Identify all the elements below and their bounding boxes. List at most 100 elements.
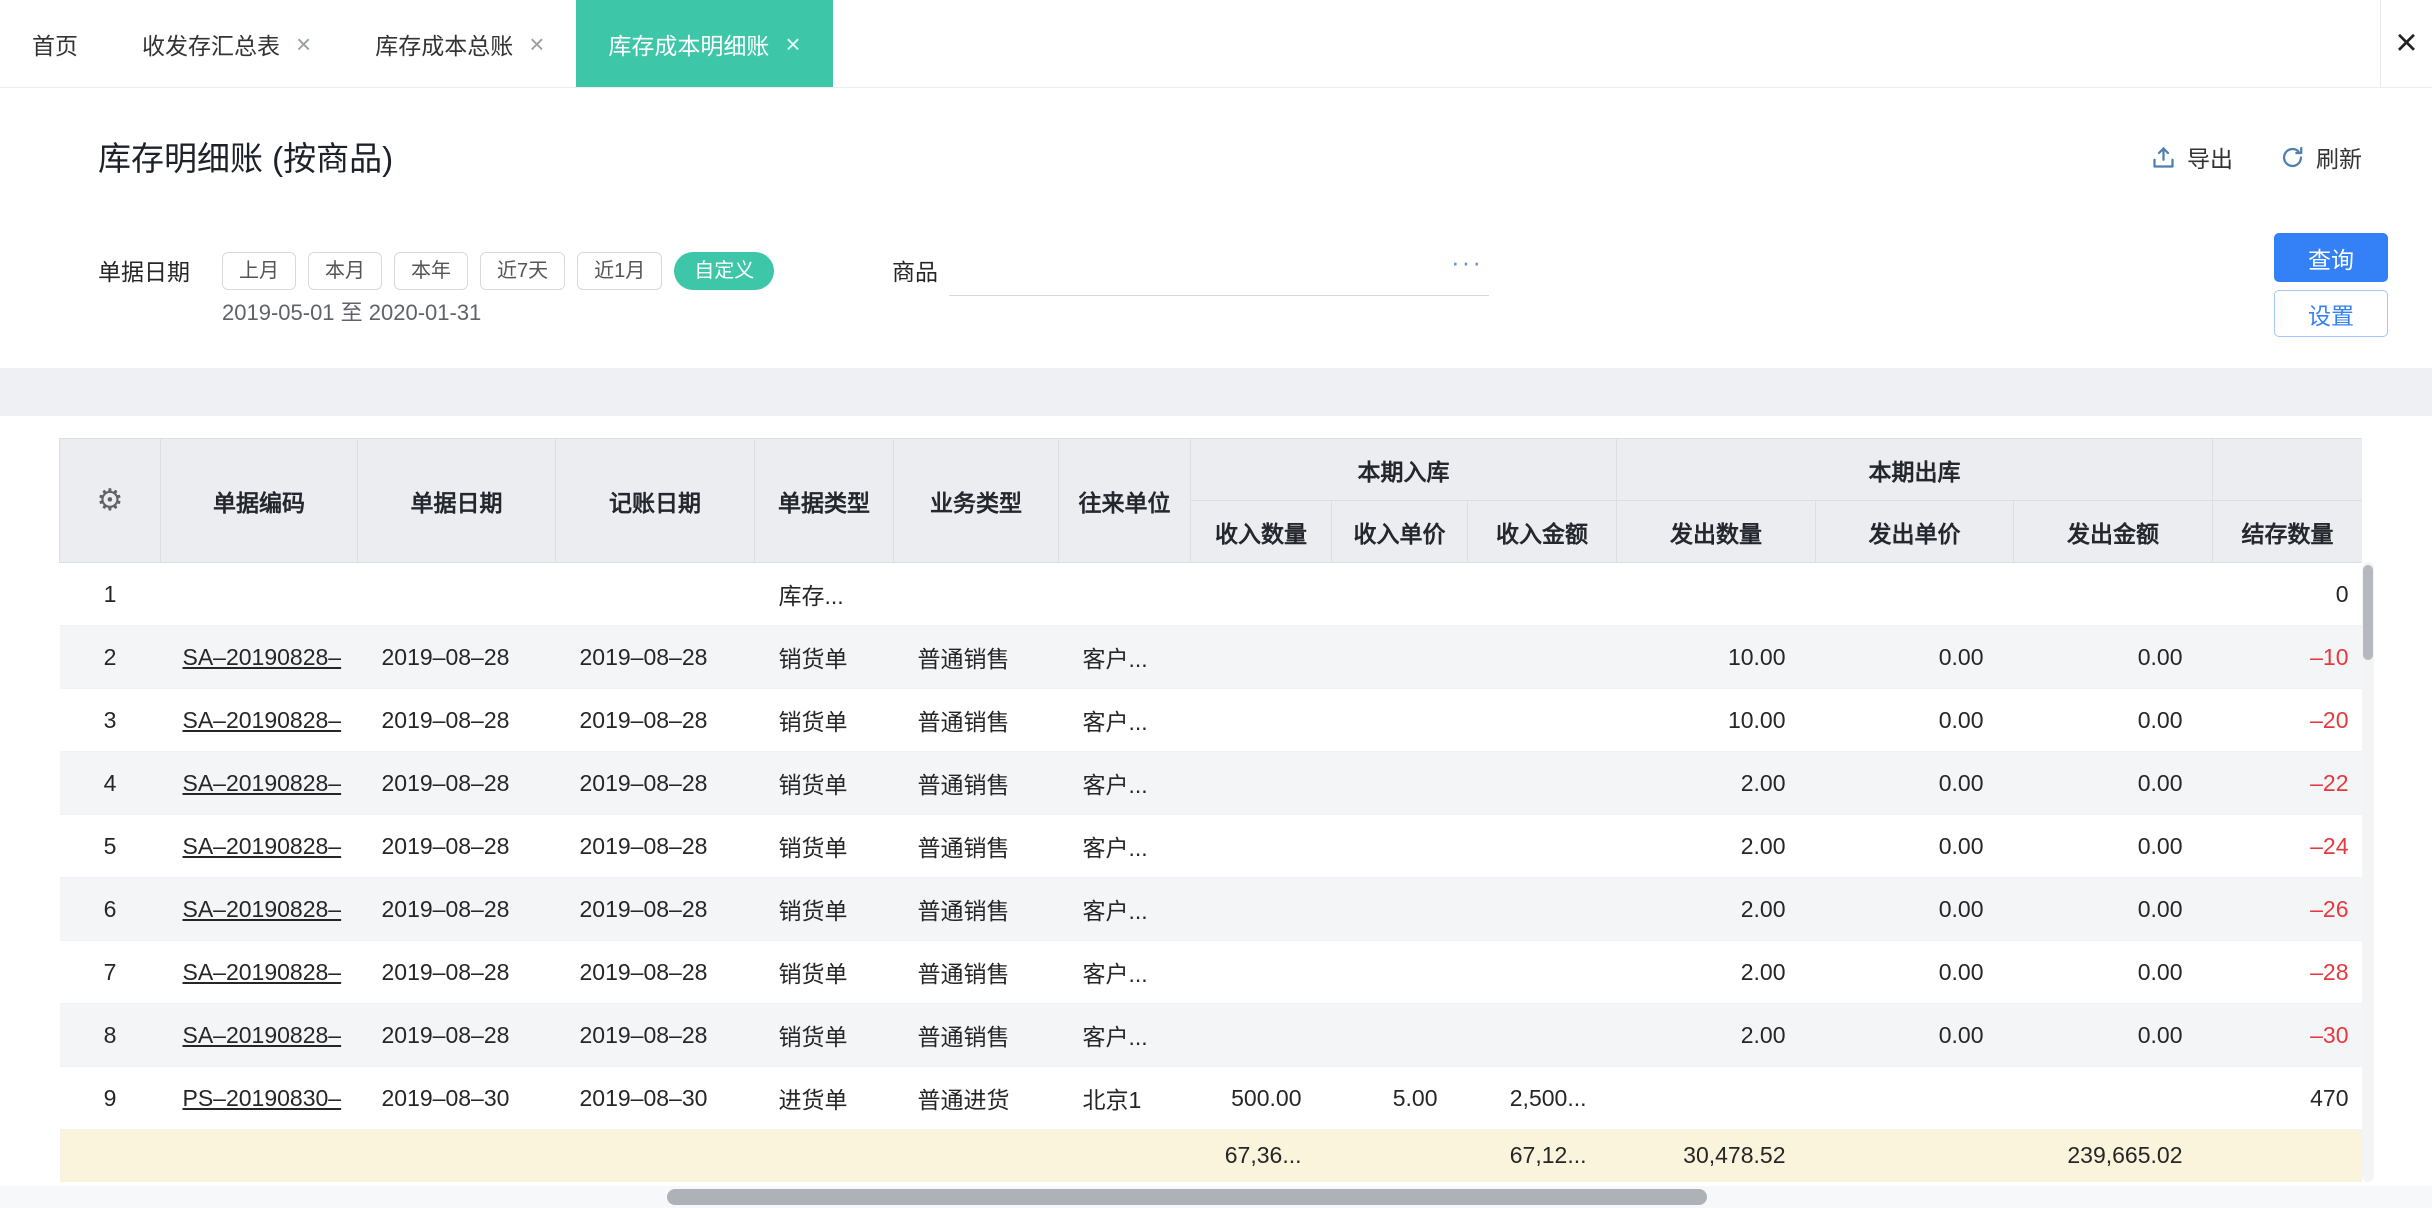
chip-custom-range[interactable]: 自定义 <box>674 252 775 290</box>
summary-spacer <box>1058 1129 1191 1182</box>
chip-last-month[interactable]: 上月 <box>222 252 296 290</box>
cell-doc-code[interactable]: SA–20190828– <box>160 625 358 689</box>
chip-this-year[interactable]: 本年 <box>394 252 468 290</box>
col-header-partner: 往来单位 <box>1058 438 1191 563</box>
cell-in-price <box>1331 940 1468 1004</box>
tab-inventory-cost-detail-ledger[interactable]: 库存成本明细账 × <box>576 0 833 87</box>
cell-doc-code[interactable]: SA–20190828– <box>160 688 358 752</box>
col-group-balance-spacer <box>2212 438 2362 501</box>
chip-this-month[interactable]: 本月 <box>308 252 382 290</box>
cell-out-amount <box>2013 562 2213 626</box>
summary-out-qty: 30,478.52 <box>1616 1129 1816 1182</box>
summary-spacer <box>59 1129 161 1182</box>
cell-out-price <box>1815 562 2014 626</box>
cell-doc-code[interactable]: SA–20190828– <box>160 1003 358 1067</box>
cell-balance: –10 <box>2212 625 2362 689</box>
gear-icon[interactable]: ⚙ <box>97 484 124 517</box>
cell-post-date: 2019–08–28 <box>555 1003 755 1067</box>
cell-in-qty <box>1190 877 1332 941</box>
cell-biz-type: 普通销售 <box>893 625 1059 689</box>
cell-in-amount <box>1467 751 1617 815</box>
chip-last-1-month[interactable]: 近1月 <box>577 252 663 290</box>
table-row[interactable]: 3 SA–20190828– 2019–08–28 2019–08–28 销货单… <box>59 688 2362 752</box>
cell-out-amount: 0.00 <box>2013 940 2213 1004</box>
cell-balance: 0 <box>2212 562 2362 626</box>
cell-doc-date: 2019–08–28 <box>357 940 556 1004</box>
table-row[interactable]: 6 SA–20190828– 2019–08–28 2019–08–28 销货单… <box>59 877 2362 941</box>
summary-in-amount: 67,12... <box>1467 1129 1617 1182</box>
cell-doc-type: 销货单 <box>754 1003 894 1067</box>
tab-label: 库存成本明细账 <box>608 32 770 59</box>
export-button[interactable]: 导出 <box>2150 140 2233 174</box>
cell-doc-code[interactable]: SA–20190828– <box>160 751 358 815</box>
cell-biz-type: 普通销售 <box>893 940 1059 1004</box>
table-row[interactable]: 8 SA–20190828– 2019–08–28 2019–08–28 销货单… <box>59 1003 2362 1067</box>
col-header-in-qty: 收入数量 <box>1190 500 1332 563</box>
header-actions: 导出 刷新 <box>2150 140 2362 174</box>
horizontal-scrollbar-thumb[interactable] <box>667 1189 1707 1205</box>
cell-biz-type: 普通销售 <box>893 688 1059 752</box>
table-row[interactable]: 1 库存... 0 <box>59 562 2362 626</box>
ledger-table: ⚙ 单据编码 单据日期 记账日期 单据类型 业务类型 往来单位 本期入库 本期出… <box>59 438 2362 1182</box>
cell-out-price <box>1815 1066 2014 1130</box>
tab-inout-summary-report[interactable]: 收发存汇总表 × <box>110 0 343 87</box>
cell-balance: –28 <box>2212 940 2362 1004</box>
table-row[interactable]: 4 SA–20190828– 2019–08–28 2019–08–28 销货单… <box>59 751 2362 815</box>
col-header-in-price: 收入单价 <box>1331 500 1468 563</box>
cell-post-date: 2019–08–28 <box>555 625 755 689</box>
cell-balance: –24 <box>2212 814 2362 878</box>
cell-out-price: 0.00 <box>1815 1003 2014 1067</box>
tab-close-icon[interactable]: × <box>296 31 311 57</box>
cell-partner: 北京1 <box>1058 1066 1191 1130</box>
cell-balance: –30 <box>2212 1003 2362 1067</box>
tab-close-icon[interactable]: × <box>785 31 800 57</box>
row-index: 1 <box>59 562 161 626</box>
tab-close-icon[interactable]: × <box>529 31 544 57</box>
summary-spacer <box>893 1129 1059 1182</box>
settings-button[interactable]: 设置 <box>2274 290 2388 337</box>
cell-doc-code[interactable]: SA–20190828– <box>160 940 358 1004</box>
cell-out-price: 0.00 <box>1815 751 2014 815</box>
cell-doc-date: 2019–08–28 <box>357 688 556 752</box>
table-row[interactable]: 9 PS–20190830– 2019–08–30 2019–08–30 进货单… <box>59 1066 2362 1130</box>
cell-doc-code[interactable]: PS–20190830– <box>160 1066 358 1130</box>
table-row[interactable]: 7 SA–20190828– 2019–08–28 2019–08–28 销货单… <box>59 940 2362 1004</box>
row-index: 7 <box>59 940 161 1004</box>
cell-doc-date: 2019–08–30 <box>357 1066 556 1130</box>
cell-in-price <box>1331 751 1468 815</box>
table-row[interactable]: 5 SA–20190828– 2019–08–28 2019–08–28 销货单… <box>59 814 2362 878</box>
summary-in-price <box>1331 1129 1468 1182</box>
cell-out-qty: 2.00 <box>1616 1003 1816 1067</box>
vertical-scrollbar-thumb[interactable] <box>2363 565 2373 660</box>
tab-label: 首页 <box>32 32 78 59</box>
query-button[interactable]: 查询 <box>2274 233 2388 282</box>
cell-partner: 客户... <box>1058 940 1191 1004</box>
cell-doc-code[interactable]: SA–20190828– <box>160 814 358 878</box>
tab-inventory-cost-ledger[interactable]: 库存成本总账 × <box>343 0 576 87</box>
chip-last-7-days[interactable]: 近7天 <box>480 252 566 290</box>
row-index: 8 <box>59 1003 161 1067</box>
cell-biz-type <box>893 562 1059 626</box>
cell-post-date: 2019–08–28 <box>555 751 755 815</box>
cell-biz-type: 普通销售 <box>893 1003 1059 1067</box>
col-header-doc-date: 单据日期 <box>357 438 556 563</box>
export-icon <box>2153 146 2174 168</box>
cell-out-qty: 2.00 <box>1616 877 1816 941</box>
cell-partner: 客户... <box>1058 751 1191 815</box>
cell-out-amount: 0.00 <box>2013 814 2213 878</box>
tab-home[interactable]: 首页 <box>0 0 110 87</box>
cell-doc-code[interactable] <box>160 562 358 626</box>
summary-out-amount: 239,665.02 <box>2013 1129 2213 1182</box>
cell-out-price: 0.00 <box>1815 940 2014 1004</box>
cell-doc-type: 销货单 <box>754 688 894 752</box>
refresh-button[interactable]: 刷新 <box>2279 140 2362 174</box>
product-picker-ellipsis-icon[interactable]: ··· <box>1445 247 1489 288</box>
row-index: 9 <box>59 1066 161 1130</box>
cell-post-date: 2019–08–28 <box>555 940 755 1004</box>
cell-doc-code[interactable]: SA–20190828– <box>160 877 358 941</box>
close-window-icon[interactable]: × <box>2380 0 2432 87</box>
table-row[interactable]: 2 SA–20190828– 2019–08–28 2019–08–28 销货单… <box>59 625 2362 689</box>
refresh-icon <box>2282 146 2303 167</box>
product-input[interactable] <box>949 240 1446 295</box>
cell-in-price: 5.00 <box>1331 1066 1468 1130</box>
